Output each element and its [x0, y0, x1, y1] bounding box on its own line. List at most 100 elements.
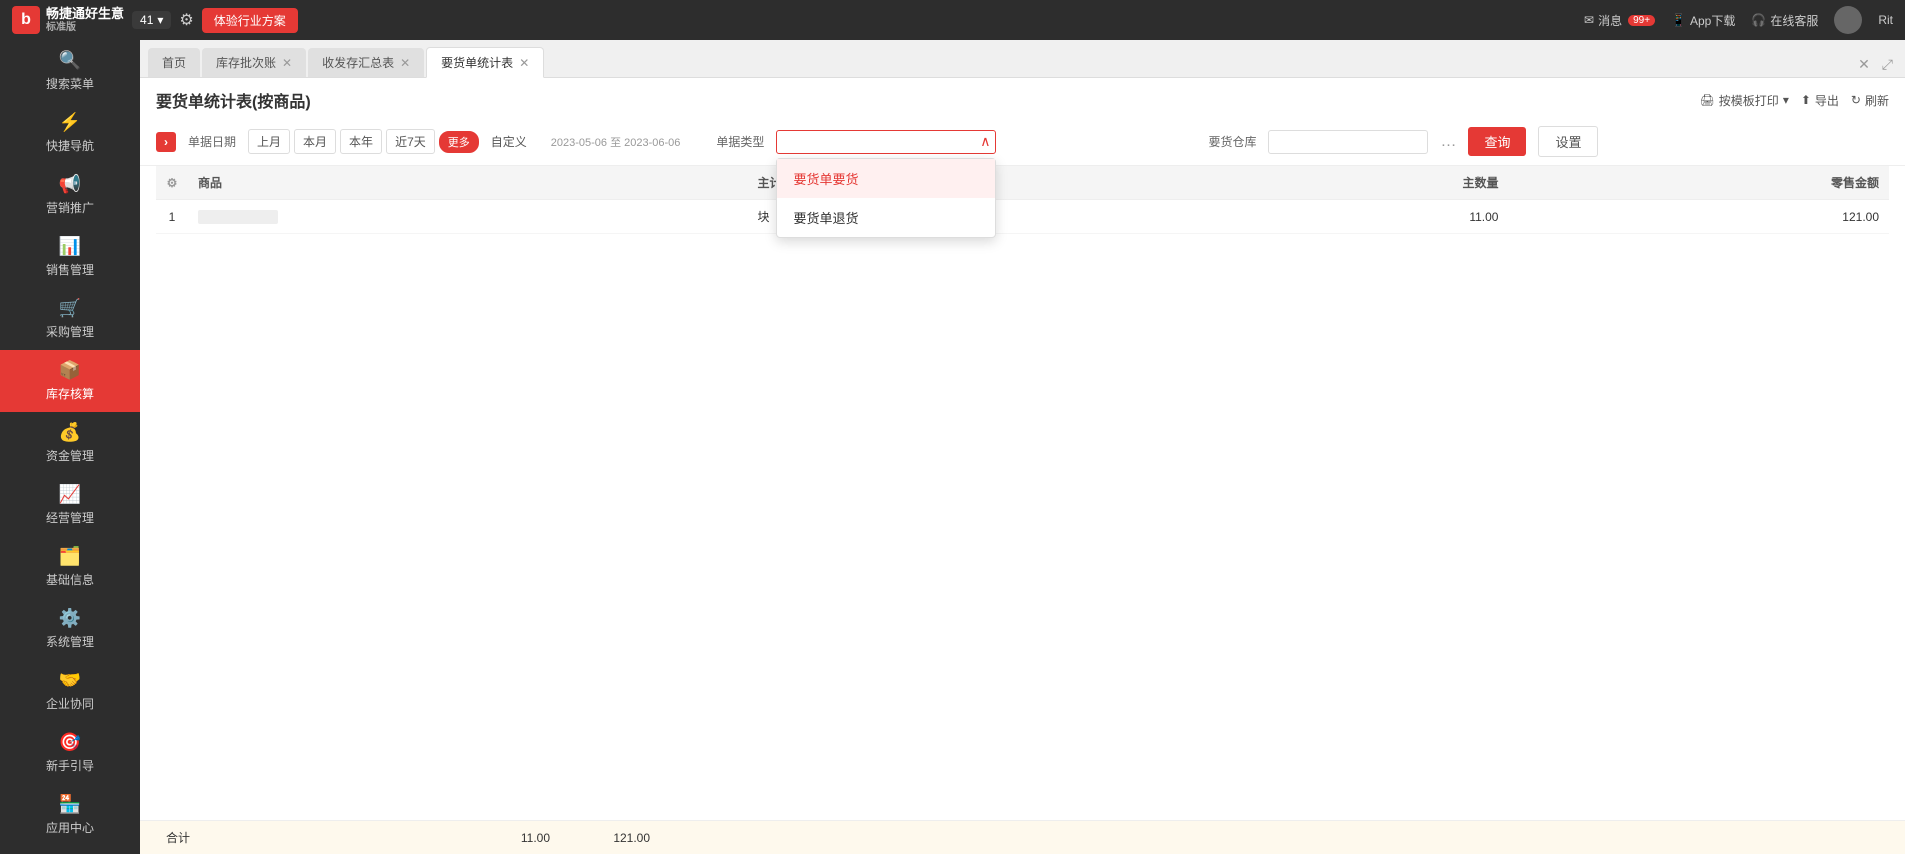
table-gear-icon[interactable]: ⚙	[167, 176, 178, 190]
sidebar-item-label: 快捷导航	[46, 137, 94, 154]
sidebar-item-label: 资金管理	[46, 447, 94, 464]
more-filter-icon[interactable]: …	[1440, 133, 1456, 151]
top-header: b 畅捷通好生意 标准版 41 ▾ ⚙ 体验行业方案 ✉ 消息 99+ 📱 Ap…	[0, 0, 1905, 40]
sidebar-item-finance[interactable]: 💰 资金管理	[0, 412, 140, 474]
sidebar-item-label: 营销推广	[46, 199, 94, 216]
refresh-label: 刷新	[1865, 92, 1889, 109]
header-right: ✉ 消息 99+ 📱 App下载 🎧 在线客服 Rit	[1584, 6, 1893, 34]
settings-button[interactable]: 设置	[1538, 126, 1598, 157]
date-btn-last-month[interactable]: 上月	[248, 129, 290, 154]
tab-close-icon[interactable]: ✕	[282, 56, 292, 70]
chevron-down-icon: ▾	[1783, 93, 1789, 107]
sidebar-item-operations[interactable]: 📈 经营管理	[0, 474, 140, 536]
dropdown-item-label: 要货单退货	[793, 211, 858, 226]
query-button[interactable]: 查询	[1468, 127, 1526, 156]
sidebar-item-search[interactable]: 🔍 搜索菜单	[0, 40, 140, 102]
trial-button[interactable]: 体验行业方案	[202, 8, 298, 33]
chevron-down-icon: ▾	[157, 13, 163, 27]
tab-close-icon[interactable]: ✕	[400, 56, 410, 70]
brand-main: 畅捷通好生意	[46, 6, 124, 22]
row-qty: 11.00	[1195, 200, 1508, 234]
filter-row: › 单据日期 上月 本月 本年 近7天 更多 自定义 2023-05-06 至 …	[156, 126, 1889, 157]
product-placeholder	[198, 210, 278, 224]
doc-type-input[interactable]	[776, 130, 996, 154]
date-buttons: 上月 本月 本年 近7天 更多 自定义	[248, 129, 535, 154]
tab-order-stats[interactable]: 要货单统计表 ✕	[426, 47, 544, 78]
sidebar-item-marketing[interactable]: 📢 营销推广	[0, 164, 140, 226]
col-product-header: 商品	[188, 166, 747, 200]
tab-close-icon[interactable]: ✕	[519, 56, 529, 70]
row-product	[188, 200, 747, 234]
sidebar-item-app-center[interactable]: 🏪 应用中心	[0, 784, 140, 846]
sidebar-item-wechat[interactable]: 💬 企业微信	[0, 846, 140, 854]
sidebar-item-guide[interactable]: 🎯 新手引导	[0, 722, 140, 784]
sidebar-item-sales[interactable]: 📊 销售管理	[0, 226, 140, 288]
tab-expand-icon[interactable]: ⤢	[1878, 52, 1897, 77]
title-actions: 🖨 按模板打印 ▾ ⬆ 导出 ↻ 刷新	[1700, 92, 1889, 109]
doc-type-label: 单据类型	[716, 133, 764, 150]
sidebar-item-inventory[interactable]: 📦 库存核算	[0, 350, 140, 412]
total-qty: 11.00	[470, 831, 550, 845]
refresh-btn[interactable]: ↻ 刷新	[1851, 92, 1889, 109]
sidebar-item-shortcut[interactable]: ⚡ 快捷导航	[0, 102, 140, 164]
dropdown-item-order-purchase[interactable]: 要货单要货	[777, 159, 995, 198]
table-footer: 合计 11.00 121.00	[140, 820, 1905, 854]
row-no: 1	[156, 200, 188, 234]
sidebar-item-collab[interactable]: 🤝 企业协同	[0, 660, 140, 722]
message-action[interactable]: ✉ 消息 99+	[1584, 12, 1655, 29]
export-icon: ⬆	[1801, 93, 1811, 107]
store-icon: 🏪	[59, 794, 81, 815]
sidebar-item-label: 应用中心	[46, 819, 94, 836]
sidebar-item-label: 基础信息	[46, 571, 94, 588]
dropdown-item-order-return[interactable]: 要货单退货	[777, 198, 995, 237]
warehouse-input[interactable]	[1268, 130, 1428, 154]
tab-receive-summary-label: 收发存汇总表	[322, 54, 394, 71]
tab-home[interactable]: 首页	[148, 48, 200, 77]
doc-type-input-wrap: ∧	[776, 130, 996, 154]
filter-bar: › 单据日期 上月 本月 本年 近7天 更多 自定义 2023-05-06 至 …	[140, 118, 1905, 166]
warehouse-label: 要货仓库	[1208, 133, 1256, 150]
date-btn-this-month[interactable]: 本月	[294, 129, 336, 154]
avatar[interactable]	[1834, 6, 1862, 34]
table-wrap: ⚙ 商品 主计量单位 主数量 零售金额 1	[140, 166, 1905, 820]
header-left: b 畅捷通好生意 标准版 41 ▾ ⚙ 体验行业方案	[12, 6, 298, 34]
row-amount: 121.00	[1508, 200, 1889, 234]
date-more-badge[interactable]: 更多	[439, 131, 479, 153]
message-badge: 99+	[1628, 15, 1655, 26]
sidebar-item-system[interactable]: ⚙️ 系统管理	[0, 598, 140, 660]
tab-close-all-icon[interactable]: ✕	[1854, 52, 1874, 77]
logo-text-group: 畅捷通好生意 标准版	[46, 6, 124, 34]
print-template-btn[interactable]: 🖨 按模板打印 ▾	[1700, 92, 1789, 109]
header-settings-icon[interactable]: ⚙	[179, 10, 193, 30]
col-qty-header: 主数量	[1195, 166, 1508, 200]
target-icon: 🎯	[59, 732, 81, 753]
table-header-row: ⚙ 商品 主计量单位 主数量 零售金额	[156, 166, 1889, 200]
date-btn-last-7-days[interactable]: 近7天	[386, 129, 435, 154]
refresh-icon: ↻	[1851, 93, 1861, 107]
doc-type-chevron-icon[interactable]: ∧	[980, 133, 990, 150]
tab-batch-account[interactable]: 库存批次账 ✕	[202, 48, 306, 77]
tab-order-stats-label: 要货单统计表	[441, 54, 513, 71]
cart-icon: 🛒	[59, 298, 81, 319]
date-label: 单据日期	[188, 133, 236, 150]
mobile-icon: 📱	[1671, 13, 1686, 27]
app-download-action[interactable]: 📱 App下载	[1671, 12, 1735, 29]
page-title: 要货单统计表(按商品)	[156, 88, 311, 112]
trend-icon: 📈	[59, 484, 81, 505]
date-btn-this-year[interactable]: 本年	[340, 129, 382, 154]
export-btn[interactable]: ⬆ 导出	[1801, 92, 1839, 109]
company-selector[interactable]: 41 ▾	[132, 11, 171, 29]
sidebar-item-basic-info[interactable]: 🗂️ 基础信息	[0, 536, 140, 598]
date-range-display: 2023-05-06 至 2023-06-06	[551, 134, 681, 150]
col-amount-header: 零售金额	[1508, 166, 1889, 200]
date-custom-btn[interactable]: 自定义	[483, 130, 535, 153]
content-area: 首页 库存批次账 ✕ 收发存汇总表 ✕ 要货单统计表 ✕ ✕ ⤢ 要	[140, 40, 1905, 854]
sidebar-item-purchase[interactable]: 🛒 采购管理	[0, 288, 140, 350]
total-label: 合计	[166, 829, 190, 846]
filter-expand-btn[interactable]: ›	[156, 132, 176, 152]
col-settings-header: ⚙	[156, 166, 188, 200]
doc-type-section: ∧ 要货单要货 要货单退货	[776, 130, 996, 154]
online-service-action[interactable]: 🎧 在线客服	[1751, 12, 1818, 29]
tab-receive-summary[interactable]: 收发存汇总表 ✕	[308, 48, 424, 77]
box-icon: 📦	[59, 360, 81, 381]
